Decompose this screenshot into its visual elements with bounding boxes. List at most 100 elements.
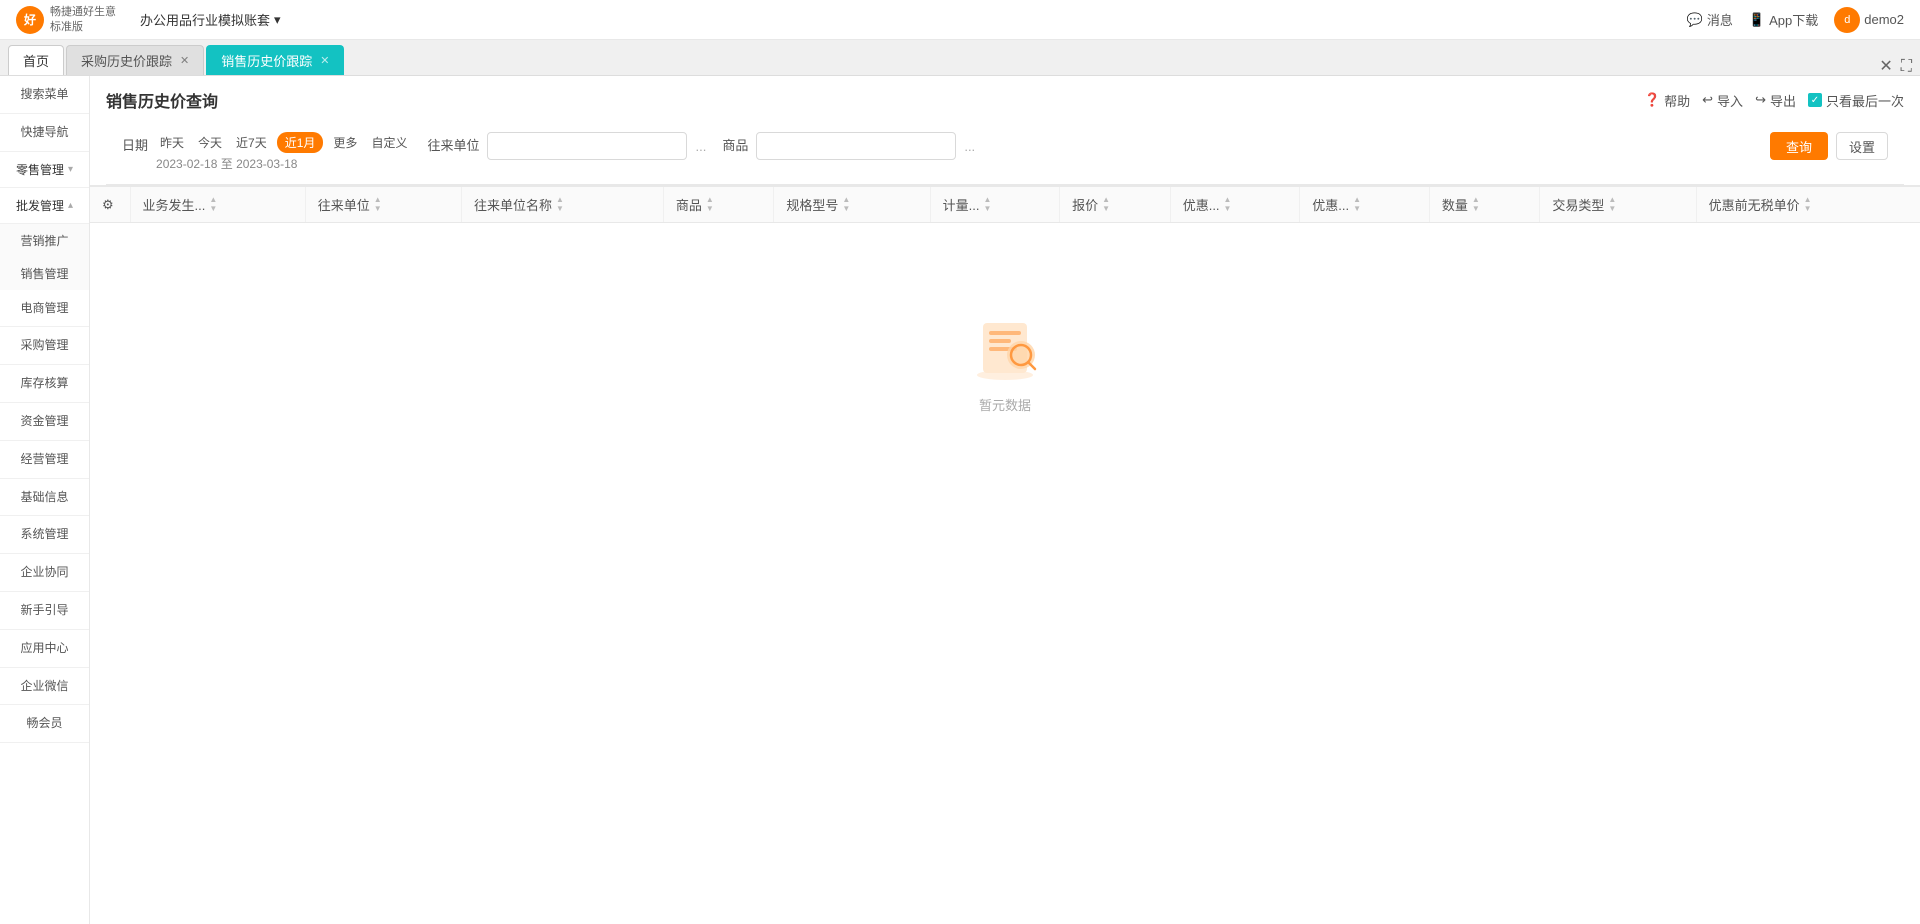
col-date[interactable]: 业务发生... ▲▼	[130, 187, 305, 223]
query-button[interactable]: 查询	[1770, 132, 1828, 160]
partner-filter-group: 往来单位 ...	[427, 132, 706, 160]
app-download-icon: 📱	[1749, 12, 1765, 28]
sidebar-item-retail[interactable]: 零售管理 ▾	[0, 152, 89, 188]
tab-home[interactable]: 首页	[8, 45, 64, 75]
marketing-label: 营销推广	[20, 232, 68, 249]
sidebar-item-purchase[interactable]: 采购管理	[0, 327, 89, 365]
sidebar-item-search[interactable]: 搜索菜单	[0, 76, 89, 114]
avatar: d	[1834, 7, 1860, 33]
top-bar-right: 💬 消息 📱 App下载 d demo2	[1687, 7, 1904, 33]
sort-icons-price: ▲▼	[1102, 196, 1110, 213]
table-header: ⚙ 业务发生... ▲▼ 往来单位 ▲▼	[90, 187, 1920, 223]
message-icon: 💬	[1687, 12, 1703, 28]
sidebar-item-newbie[interactable]: 新手引导	[0, 592, 89, 630]
wholesale-label: 批发管理	[16, 197, 64, 214]
sidebar-item-marketing[interactable]: 营销推广	[0, 224, 89, 257]
purchase-label: 采购管理	[20, 337, 68, 354]
col-price[interactable]: 报价 ▲▼	[1060, 187, 1171, 223]
only-last-checkbox[interactable]: ✓	[1808, 93, 1822, 107]
page-title-row: 销售历史价查询 ❓ 帮助 ↩ 导入 ↪ 导出 ✓	[106, 88, 1904, 112]
date-btn-yesterday[interactable]: 昨天	[156, 132, 188, 153]
import-icon: ↩	[1702, 92, 1713, 108]
date-btn-custom[interactable]: 自定义	[367, 132, 411, 153]
only-last-label: 只看最后一次	[1826, 91, 1904, 110]
sort-icons-partner: ▲▼	[374, 196, 382, 213]
partner-input[interactable]	[487, 132, 687, 160]
partner-input-group: ...	[487, 132, 706, 160]
sidebar-item-wholesale[interactable]: 批发管理 ▴	[0, 188, 89, 224]
top-bar-left: 好 畅捷通好生意 标准版 办公用品行业模拟账套 ▾	[16, 5, 281, 34]
retail-label: 零售管理	[16, 161, 64, 178]
date-label: 日期	[122, 132, 148, 160]
goods-label: 商品	[722, 132, 748, 160]
sidebar-item-finance[interactable]: 资金管理	[0, 403, 89, 441]
sidebar-item-ecommerce[interactable]: 电商管理	[0, 290, 89, 328]
only-last-checkbox-group: ✓ 只看最后一次	[1808, 91, 1904, 110]
sidebar-item-basic-info[interactable]: 基础信息	[0, 479, 89, 517]
sidebar-item-member[interactable]: 畅会员	[0, 705, 89, 743]
tab-purchase-close[interactable]: ✕	[180, 54, 189, 67]
date-btn-today[interactable]: 今天	[194, 132, 226, 153]
sort-icons-spec: ▲▼	[842, 196, 850, 213]
table-settings-col[interactable]: ⚙	[90, 187, 130, 223]
sidebar-item-system[interactable]: 系统管理	[0, 516, 89, 554]
tab-home-label: 首页	[23, 51, 49, 70]
retail-arrow: ▾	[68, 164, 73, 175]
table-container: ⚙ 业务发生... ▲▼ 往来单位 ▲▼	[90, 186, 1920, 924]
tab-sales-close[interactable]: ✕	[320, 54, 329, 67]
sort-icons-trade-type: ▲▼	[1608, 196, 1616, 213]
tab-expand-icon[interactable]: ⛶	[1901, 59, 1912, 75]
sidebar-item-app-center[interactable]: 应用中心	[0, 630, 89, 668]
app-center-label: 应用中心	[20, 640, 68, 657]
workspace-selector[interactable]: 办公用品行业模拟账套 ▾	[140, 10, 281, 29]
sidebar-item-quick-nav[interactable]: 快捷导航	[0, 114, 89, 152]
sort-icons-date: ▲▼	[209, 196, 217, 213]
col-qty[interactable]: 数量 ▲▼	[1429, 187, 1540, 223]
col-spec[interactable]: 规格型号 ▲▼	[774, 187, 930, 223]
tab-bar-right: ✕ ⛶	[1879, 59, 1912, 75]
col-goods[interactable]: 商品 ▲▼	[663, 187, 774, 223]
date-filter-group: 日期 昨天 今天 近7天 近1月 更多 自定义 2023-02-18 至 202…	[122, 132, 411, 172]
user-profile[interactable]: d demo2	[1834, 7, 1904, 33]
sort-icons-pretax: ▲▼	[1804, 196, 1812, 213]
basic-info-label: 基础信息	[20, 489, 68, 506]
sort-icons-discount1: ▲▼	[1224, 196, 1232, 213]
export-action[interactable]: ↪ 导出	[1755, 91, 1796, 110]
sidebar-item-wechat[interactable]: 企业微信	[0, 668, 89, 706]
col-unit[interactable]: 计量... ▲▼	[930, 187, 1060, 223]
sidebar-item-sales-mgmt[interactable]: 销售管理	[0, 257, 89, 290]
goods-input[interactable]	[756, 132, 956, 160]
message-action[interactable]: 💬 消息	[1687, 10, 1733, 29]
enterprise-label: 企业协同	[20, 564, 68, 581]
search-menu-label: 搜索菜单	[20, 86, 68, 103]
col-partner-name[interactable]: 往来单位名称 ▲▼	[461, 187, 663, 223]
sidebar: 搜索菜单 快捷导航 零售管理 ▾ 批发管理 ▴ 营销推广 销售管理 电商管理 采…	[0, 76, 90, 924]
goods-dots[interactable]: ...	[964, 139, 975, 154]
col-trade-type[interactable]: 交易类型 ▲▼	[1540, 187, 1696, 223]
ecommerce-label: 电商管理	[20, 300, 68, 317]
col-discount1[interactable]: 优惠... ▲▼	[1170, 187, 1300, 223]
partner-label: 往来单位	[427, 132, 479, 160]
date-btn-7days[interactable]: 近7天	[232, 132, 271, 153]
inventory-label: 库存核算	[20, 375, 68, 392]
partner-dots[interactable]: ...	[695, 139, 706, 154]
tab-sales[interactable]: 销售历史价跟踪 ✕	[206, 45, 344, 75]
sidebar-item-operations[interactable]: 经营管理	[0, 441, 89, 479]
empty-text: 暂元数据	[979, 395, 1031, 414]
col-partner[interactable]: 往来单位 ▲▼	[305, 187, 461, 223]
logo-icon: 好	[16, 6, 44, 34]
import-action[interactable]: ↩ 导入	[1702, 91, 1743, 110]
filter-action-group: 查询 设置	[1770, 132, 1888, 160]
date-btn-1month[interactable]: 近1月	[277, 132, 324, 153]
sidebar-item-inventory[interactable]: 库存核算	[0, 365, 89, 403]
system-label: 系统管理	[20, 526, 68, 543]
tab-purchase[interactable]: 采购历史价跟踪 ✕	[66, 45, 204, 75]
sidebar-item-enterprise[interactable]: 企业协同	[0, 554, 89, 592]
col-discount2[interactable]: 优惠... ▲▼	[1300, 187, 1430, 223]
date-btn-more[interactable]: 更多	[329, 132, 361, 153]
settings-button[interactable]: 设置	[1836, 132, 1888, 160]
tab-close-all-icon[interactable]: ✕	[1879, 59, 1892, 75]
app-download-action[interactable]: 📱 App下载	[1749, 10, 1818, 29]
col-pretax-price[interactable]: 优惠前无税单价 ▲▼	[1696, 187, 1920, 223]
help-action[interactable]: ❓ 帮助	[1644, 91, 1690, 110]
